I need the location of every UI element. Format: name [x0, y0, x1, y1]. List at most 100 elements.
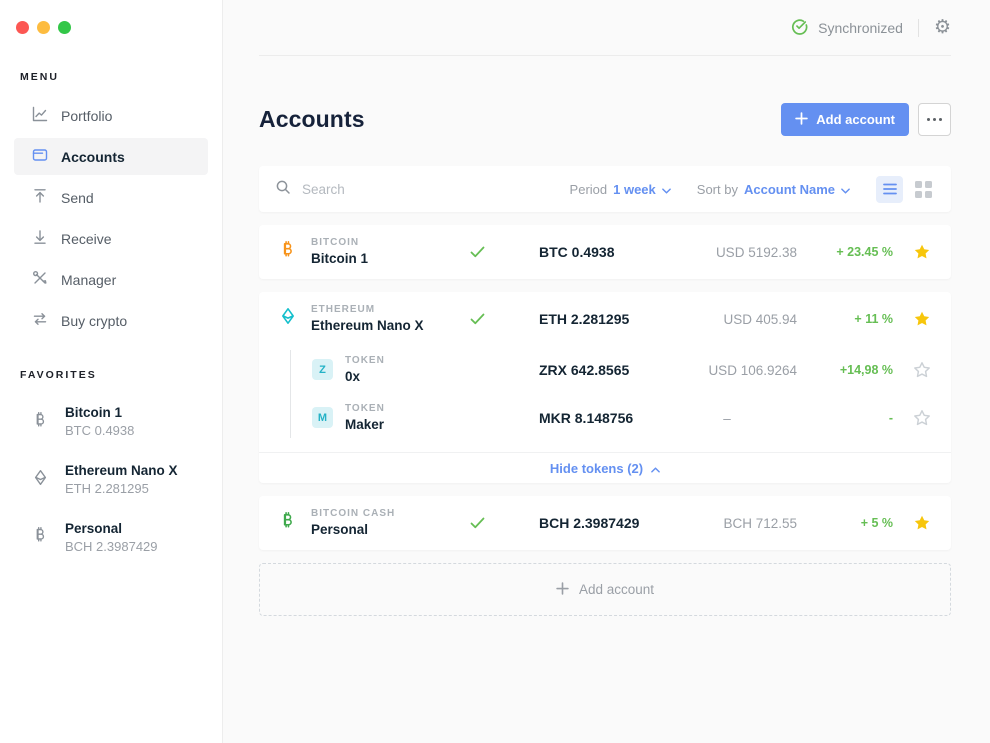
token-identity: M TOKEN Maker	[259, 402, 505, 434]
search-input[interactable]	[302, 182, 522, 197]
account-text: ETHEREUM Ethereum Nano X	[311, 303, 424, 335]
page-header: Accounts Add account	[259, 103, 951, 136]
favorite-name: Bitcoin 1	[65, 404, 134, 422]
token-delta: +14,98 %	[797, 363, 893, 377]
ethereum-icon	[279, 307, 297, 330]
settings-gear-icon[interactable]: ⚙	[934, 18, 951, 37]
star-filled-icon[interactable]	[893, 243, 951, 261]
account-balance: BCH 2.3987429	[505, 515, 657, 531]
sort-filter: Sort by Account Name	[697, 182, 850, 197]
star-outline-icon[interactable]	[893, 361, 951, 379]
plus-icon	[556, 582, 569, 598]
portfolio-chart-icon	[32, 106, 48, 125]
account-text: BITCOIN Bitcoin 1	[311, 236, 368, 268]
account-text: BITCOIN CASH Personal	[311, 507, 395, 539]
favorites-list: Bitcoin 1 BTC 0.4938 Ethereum Nano X ETH…	[0, 393, 222, 566]
add-account-placeholder-button[interactable]: Add account	[259, 563, 951, 616]
token-text: TOKEN Maker	[345, 402, 385, 434]
bitcoin-cash-icon	[32, 526, 49, 548]
sidebar-item-label: Send	[61, 190, 94, 206]
grid-square	[925, 181, 932, 188]
bitcoin-icon	[279, 240, 297, 263]
currency-tag: ETHEREUM	[311, 303, 424, 317]
favorite-text: Bitcoin 1 BTC 0.4938	[65, 404, 134, 440]
account-row-ethereum-nano-x[interactable]: ETHEREUM Ethereum Nano X ETH 2.281295 US…	[259, 292, 951, 346]
account-delta: + 23.45 %	[797, 245, 893, 259]
sidebar-item-label: Accounts	[61, 149, 125, 165]
sort-dropdown[interactable]: Account Name	[744, 182, 850, 197]
token-row-maker[interactable]: M TOKEN Maker MKR 8.148756 – -	[259, 394, 951, 442]
chevron-down-icon	[841, 182, 850, 197]
topbar: Synchronized ⚙	[259, 0, 951, 56]
sort-value: Account Name	[744, 182, 835, 197]
account-countervalue: USD 405.94	[657, 312, 797, 327]
favorite-item-personal[interactable]: Personal BCH 2.3987429	[0, 509, 222, 567]
favorite-balance: BTC 0.4938	[65, 422, 134, 440]
exchange-arrows-icon	[32, 311, 48, 330]
account-delta: + 5 %	[797, 516, 893, 530]
sidebar-item-receive[interactable]: Receive	[14, 220, 208, 257]
favorite-name: Personal	[65, 520, 158, 538]
hide-tokens-button[interactable]: Hide tokens (2)	[259, 452, 951, 483]
hide-tokens-label: Hide tokens (2)	[550, 461, 643, 476]
sidebar-item-label: Manager	[61, 272, 116, 288]
token-balance: ZRX 642.8565	[505, 362, 657, 378]
chevron-up-icon	[651, 461, 660, 476]
sidebar-item-accounts[interactable]: Accounts	[14, 138, 208, 175]
favorite-balance: ETH 2.281295	[65, 480, 178, 498]
account-name: Bitcoin 1	[311, 250, 368, 268]
grid-view-button[interactable]	[910, 176, 937, 203]
star-filled-icon[interactable]	[893, 310, 951, 328]
favorite-item-ethereum-nano-x[interactable]: Ethereum Nano X ETH 2.281295	[0, 451, 222, 509]
currency-tag: BITCOIN	[311, 236, 368, 250]
period-value: 1 week	[613, 182, 656, 197]
sidebar-item-manager[interactable]: Manager	[14, 261, 208, 298]
sidebar-item-send[interactable]: Send	[14, 179, 208, 216]
close-window-button[interactable]	[16, 21, 29, 34]
dot	[927, 118, 930, 121]
favorite-balance: BCH 2.3987429	[65, 538, 158, 556]
zoom-window-button[interactable]	[58, 21, 71, 34]
period-dropdown[interactable]: 1 week	[613, 182, 671, 197]
star-filled-icon[interactable]	[893, 514, 951, 532]
synced-check-icon	[449, 246, 505, 258]
sidebar: MENU Portfolio Accounts	[0, 0, 223, 743]
view-mode-switch	[876, 176, 937, 203]
menu-section-label: MENU	[0, 71, 222, 83]
add-account-button[interactable]: Add account	[781, 103, 909, 136]
sync-status-text: Synchronized	[818, 20, 903, 36]
token-list: Z TOKEN 0x ZRX 642.8565 USD 106.9264 +14…	[259, 346, 951, 452]
zrx-token-icon: Z	[312, 359, 333, 380]
grid-square	[925, 191, 932, 198]
favorite-text: Ethereum Nano X ETH 2.281295	[65, 462, 178, 498]
sidebar-item-portfolio[interactable]: Portfolio	[14, 97, 208, 134]
grid-square	[915, 191, 922, 198]
account-identity: ETHEREUM Ethereum Nano X	[279, 303, 449, 335]
token-identity: Z TOKEN 0x	[259, 354, 505, 386]
account-balance: ETH 2.281295	[505, 311, 657, 327]
minimize-window-button[interactable]	[37, 21, 50, 34]
sidebar-item-label: Receive	[61, 231, 112, 247]
account-countervalue: USD 5192.38	[657, 245, 797, 260]
dot	[933, 118, 936, 121]
period-label: Period	[570, 182, 608, 197]
send-arrow-up-icon	[32, 188, 48, 207]
more-options-button[interactable]	[918, 103, 951, 136]
wallet-icon	[32, 147, 48, 166]
sync-status[interactable]: Synchronized	[791, 18, 903, 38]
token-row-0x[interactable]: Z TOKEN 0x ZRX 642.8565 USD 106.9264 +14…	[259, 346, 951, 394]
bitcoin-cash-icon	[279, 511, 297, 534]
account-identity: BITCOIN CASH Personal	[279, 507, 449, 539]
sidebar-item-label: Portfolio	[61, 108, 112, 124]
topbar-divider	[918, 19, 919, 37]
sidebar-item-buy-crypto[interactable]: Buy crypto	[14, 302, 208, 339]
token-name: Maker	[345, 416, 385, 434]
star-outline-icon[interactable]	[893, 409, 951, 427]
account-row-personal[interactable]: BITCOIN CASH Personal BCH 2.3987429 BCH …	[259, 496, 951, 550]
account-row-bitcoin-1[interactable]: BITCOIN Bitcoin 1 BTC 0.4938 USD 5192.38…	[259, 225, 951, 279]
main-menu: Portfolio Accounts Send	[0, 97, 222, 339]
sort-by-label: Sort by	[697, 182, 738, 197]
list-view-button[interactable]	[876, 176, 903, 203]
account-name: Personal	[311, 521, 395, 539]
favorite-item-bitcoin-1[interactable]: Bitcoin 1 BTC 0.4938	[0, 393, 222, 451]
